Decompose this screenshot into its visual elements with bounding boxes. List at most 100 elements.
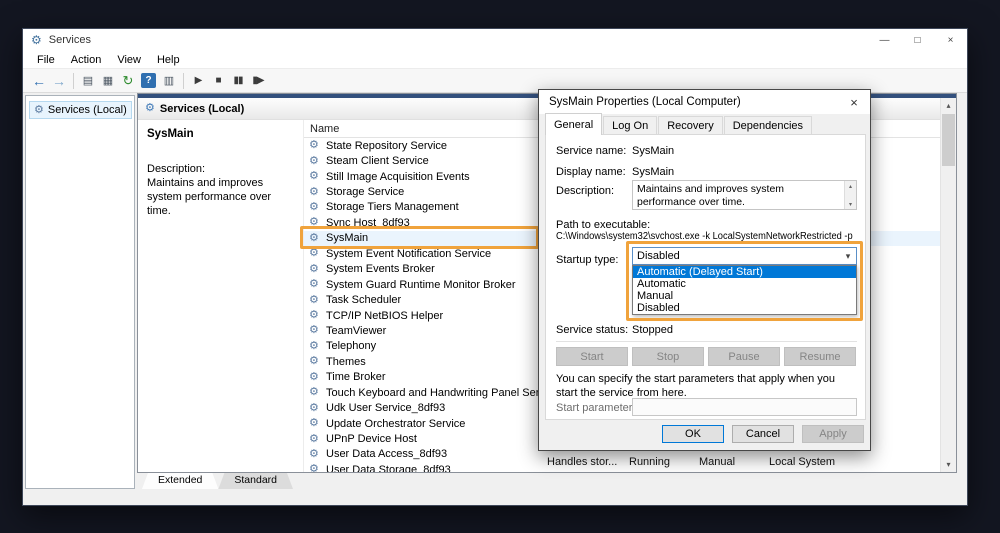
bg-row-description-cell: Handles stor... bbox=[547, 456, 618, 468]
service-name-label: Steam Client Service bbox=[326, 155, 429, 168]
dialog-close-icon[interactable]: × bbox=[838, 90, 870, 114]
maximize-button[interactable]: □ bbox=[901, 29, 934, 51]
pause-service-icon[interactable]: ▮▮ bbox=[228, 71, 248, 91]
service-name-label: TCP/IP NetBIOS Helper bbox=[326, 309, 444, 322]
tab-extended[interactable]: Extended bbox=[142, 473, 218, 489]
description-box[interactable]: Maintains and improves system performanc… bbox=[632, 180, 857, 210]
service-name-label: System Event Notification Service bbox=[326, 247, 492, 260]
service-name-label: Storage Tiers Management bbox=[326, 201, 459, 214]
chevron-down-icon: ▾ bbox=[845, 250, 851, 261]
show-console-tree-icon[interactable]: ▤ bbox=[78, 71, 98, 91]
dialog-description-text: Maintains and improves system performanc… bbox=[637, 183, 785, 208]
back-icon[interactable]: ← bbox=[29, 71, 49, 91]
dialog-titlebar: SysMain Properties (Local Computer) × bbox=[539, 90, 870, 114]
service-gear-icon: ⚙ bbox=[309, 154, 319, 167]
service-gear-icon: ⚙ bbox=[309, 463, 319, 472]
service-name-label: Still Image Acquisition Events bbox=[326, 170, 470, 183]
menu-help[interactable]: Help bbox=[149, 54, 188, 66]
menu-file[interactable]: File bbox=[29, 54, 63, 66]
service-gear-icon: ⚙ bbox=[309, 293, 319, 306]
service-name-label: Themes bbox=[326, 355, 366, 368]
service-name-field-label: Service name: bbox=[556, 145, 627, 157]
description-scroll-up-icon[interactable]: ▴ bbox=[845, 181, 856, 191]
tab-standard[interactable]: Standard bbox=[218, 473, 293, 489]
service-description-pane: SysMain Description: Maintains and impro… bbox=[138, 120, 304, 472]
dialog-tab-strip: General Log On Recovery Dependencies bbox=[545, 112, 813, 135]
window-controls: — □ × bbox=[868, 29, 967, 51]
display-name-value: SysMain bbox=[632, 166, 675, 178]
service-name-label: System Events Broker bbox=[326, 263, 435, 276]
menu-view[interactable]: View bbox=[109, 54, 149, 66]
close-button[interactable]: × bbox=[934, 29, 967, 51]
tab-log-on[interactable]: Log On bbox=[603, 116, 658, 134]
pause-button[interactable]: Pause bbox=[708, 347, 780, 366]
start-parameters-label: Start parameters: bbox=[556, 402, 641, 414]
startup-option[interactable]: Automatic (Delayed Start) bbox=[633, 266, 856, 278]
service-gear-icon: ⚙ bbox=[309, 386, 319, 399]
service-name-label: User Data Storage_8df93 bbox=[326, 463, 451, 472]
service-gear-icon: ⚙ bbox=[309, 278, 319, 291]
view-tab-strip: Extended Standard bbox=[137, 473, 957, 489]
sysmain-properties-dialog: SysMain Properties (Local Computer) × Ge… bbox=[538, 89, 871, 451]
bg-row-status-cell: Running bbox=[629, 456, 670, 468]
service-row[interactable]: ⚙ User Data Storage_8df93 bbox=[304, 462, 940, 472]
startup-option[interactable]: Disabled bbox=[633, 302, 856, 314]
forward-icon[interactable]: → bbox=[49, 71, 69, 91]
vertical-scrollbar[interactable]: ▴ ▾ bbox=[940, 98, 956, 472]
panel-header-title: Services (Local) bbox=[159, 102, 245, 115]
scroll-up-icon[interactable]: ▴ bbox=[941, 98, 956, 113]
toolbar-separator bbox=[183, 72, 184, 89]
export-list-icon[interactable]: ▥ bbox=[159, 71, 179, 91]
service-gear-icon: ⚙ bbox=[309, 185, 319, 198]
stop-service-icon[interactable]: ■ bbox=[208, 71, 228, 91]
description-scroll-down-icon[interactable]: ▾ bbox=[845, 199, 856, 209]
service-name-label: User Data Access_8df93 bbox=[326, 448, 448, 461]
cancel-button[interactable]: Cancel bbox=[732, 425, 794, 443]
properties-icon[interactable]: ▦ bbox=[98, 71, 118, 91]
service-name-label: Time Broker bbox=[326, 371, 386, 384]
services-app-icon: ⚙ bbox=[31, 33, 42, 47]
service-gear-icon: ⚙ bbox=[309, 247, 319, 260]
scroll-down-icon[interactable]: ▾ bbox=[941, 457, 956, 472]
startup-option[interactable]: Manual bbox=[633, 290, 856, 302]
service-gear-icon: ⚙ bbox=[309, 170, 319, 183]
selected-service-name: SysMain bbox=[147, 128, 194, 140]
startup-type-dropdown[interactable]: Disabled ▾ bbox=[632, 247, 857, 265]
tab-dependencies[interactable]: Dependencies bbox=[723, 116, 813, 134]
path-to-executable-label: Path to executable: bbox=[556, 219, 651, 231]
scrollbar-thumb[interactable] bbox=[942, 114, 955, 166]
service-name-label: Update Orchestrator Service bbox=[326, 417, 466, 430]
tab-recovery[interactable]: Recovery bbox=[658, 116, 723, 134]
service-name-label: System Guard Runtime Monitor Broker bbox=[326, 278, 516, 291]
dialog-description-label: Description: bbox=[556, 185, 615, 197]
menu-action[interactable]: Action bbox=[63, 54, 110, 66]
restart-service-icon[interactable]: ▮▶ bbox=[248, 71, 268, 91]
service-gear-icon: ⚙ bbox=[309, 231, 319, 244]
refresh-icon[interactable]: ↻ bbox=[118, 71, 138, 91]
help-icon[interactable]: ? bbox=[141, 73, 156, 88]
service-status-value: Stopped bbox=[632, 324, 673, 336]
stop-button[interactable]: Stop bbox=[632, 347, 704, 366]
service-gear-icon: ⚙ bbox=[309, 309, 319, 322]
service-gear-icon: ⚙ bbox=[309, 401, 319, 414]
apply-button[interactable]: Apply bbox=[802, 425, 864, 443]
start-parameters-hint: You can specify the start parameters tha… bbox=[556, 373, 836, 399]
ok-button[interactable]: OK bbox=[662, 425, 724, 443]
service-name-label: Task Scheduler bbox=[326, 294, 402, 307]
start-parameters-input[interactable] bbox=[632, 398, 857, 416]
minimize-button[interactable]: — bbox=[868, 29, 901, 51]
service-name-label: TeamViewer bbox=[326, 324, 387, 337]
start-service-icon[interactable]: ▶ bbox=[188, 71, 208, 91]
startup-option[interactable]: Automatic bbox=[633, 278, 856, 290]
service-gear-icon: ⚙ bbox=[309, 324, 319, 337]
toolbar-separator bbox=[73, 72, 74, 89]
tree-item-services-local[interactable]: ⚙ Services (Local) bbox=[29, 101, 132, 119]
start-button[interactable]: Start bbox=[556, 347, 628, 366]
tab-general[interactable]: General bbox=[545, 113, 603, 135]
description-scrollbar[interactable]: ▴ ▾ bbox=[844, 181, 856, 209]
resume-button[interactable]: Resume bbox=[784, 347, 856, 366]
dialog-footer: OK Cancel Apply bbox=[539, 418, 870, 450]
startup-type-label: Startup type: bbox=[556, 254, 619, 266]
services-node-icon: ⚙ bbox=[34, 103, 44, 116]
tree-item-label: Services (Local) bbox=[47, 104, 127, 116]
